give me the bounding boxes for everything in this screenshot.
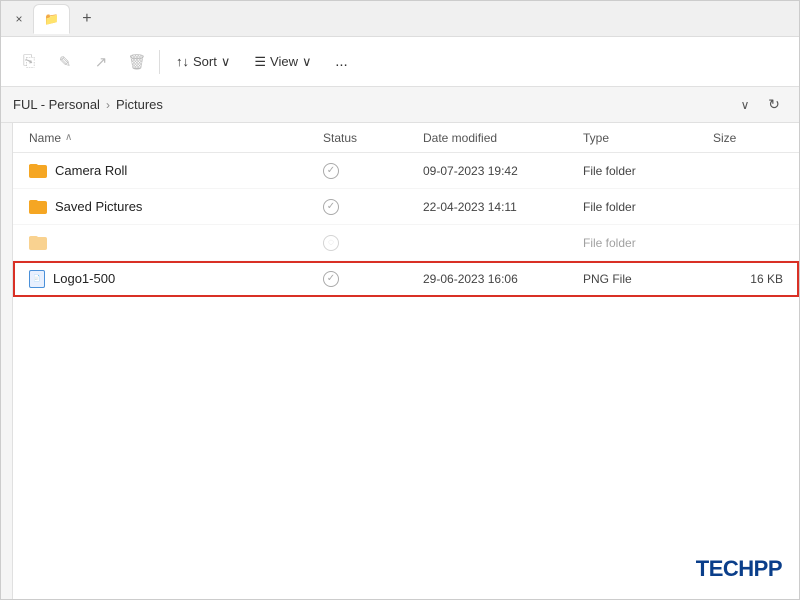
file-name: Saved Pictures xyxy=(55,199,142,214)
watermark-pp: PP xyxy=(754,556,782,581)
type-cell: File folder xyxy=(583,236,713,250)
address-chevron-button[interactable]: ∨ xyxy=(733,93,757,117)
png-file-icon: 📄 xyxy=(29,270,45,288)
delete-button[interactable]: 🗑 xyxy=(121,46,153,78)
file-name-cell: Camera Roll xyxy=(29,163,323,178)
main-content: Name ∧ Status Date modified Type Size xyxy=(1,123,799,599)
rename-button[interactable]: ✎ xyxy=(49,46,81,78)
address-current-folder: Pictures xyxy=(116,97,163,112)
folder-icon xyxy=(29,236,47,250)
tab-folder-icon: 📁 xyxy=(44,12,59,26)
file-explorer-window: × 📁 + ⎘ ✎ ↗ 🗑 ↑↓ Sort ∨ ☰ View ∨ xyxy=(0,0,800,600)
status-check-icon: ◌ xyxy=(323,235,339,251)
view-lines-icon: ☰ xyxy=(254,54,266,70)
sort-button[interactable]: ↑↓ Sort ∨ xyxy=(166,46,240,78)
address-prefix: FUL - Personal xyxy=(13,97,100,112)
sidebar-left xyxy=(1,123,13,599)
sort-arrows-icon: ↑↓ xyxy=(176,54,189,69)
file-row-partial-folder[interactable]: ◌ File folder xyxy=(13,225,799,261)
copy-button[interactable]: ⎘ xyxy=(13,46,45,78)
type-cell: File folder xyxy=(583,164,713,178)
file-name: Camera Roll xyxy=(55,163,127,178)
col-header-date[interactable]: Date modified xyxy=(423,131,583,145)
address-bar: FUL - Personal › Pictures ∨ ↻ xyxy=(1,87,799,123)
refresh-button[interactable]: ↻ xyxy=(761,92,787,118)
column-headers: Name ∧ Status Date modified Type Size xyxy=(13,123,799,153)
col-size-label: Size xyxy=(713,131,736,145)
date-cell: 29-06-2023 16:06 xyxy=(423,272,583,286)
address-path: FUL - Personal › Pictures xyxy=(13,97,729,112)
share-button[interactable]: ↗ xyxy=(85,46,117,78)
view-chevron-icon: ∨ xyxy=(302,54,312,70)
col-name-label: Name xyxy=(29,131,61,145)
date-cell: 09-07-2023 19:42 xyxy=(423,164,583,178)
techpp-watermark: TECHPP xyxy=(696,556,782,582)
file-name-cell: Saved Pictures xyxy=(29,199,323,214)
folder-icon xyxy=(29,164,47,178)
date-cell: 22-04-2023 14:11 xyxy=(423,200,583,214)
col-header-status[interactable]: Status xyxy=(323,131,423,145)
address-separator: › xyxy=(106,98,110,112)
file-name-cell: 📄 Logo1-500 xyxy=(29,270,323,288)
file-row-saved-pictures[interactable]: Saved Pictures ✓ 22-04-2023 14:11 File f… xyxy=(13,189,799,225)
file-row-camera-roll[interactable]: Camera Roll ✓ 09-07-2023 19:42 File fold… xyxy=(13,153,799,189)
sort-chevron-icon: ∨ xyxy=(221,54,231,70)
active-tab[interactable]: 📁 xyxy=(33,4,70,34)
status-check-icon: ✓ xyxy=(323,271,339,287)
status-cell: ✓ xyxy=(323,199,423,215)
watermark-tech: TECH xyxy=(696,556,754,581)
type-cell: PNG File xyxy=(583,272,713,286)
toolbar-separator xyxy=(159,50,160,74)
col-header-type[interactable]: Type xyxy=(583,131,713,145)
tab-close-button[interactable]: × xyxy=(9,9,29,29)
file-row-logo1-500[interactable]: 📄 Logo1-500 ✓ 29-06-2023 16:06 PNG File … xyxy=(13,261,799,297)
view-button[interactable]: ☰ View ∨ xyxy=(244,46,321,78)
file-list-container[interactable]: Name ∧ Status Date modified Type Size xyxy=(13,123,799,599)
status-cell: ◌ xyxy=(323,235,423,251)
delete-icon: 🗑 xyxy=(127,53,146,71)
status-cell: ✓ xyxy=(323,163,423,179)
col-header-name[interactable]: Name ∧ xyxy=(29,131,323,145)
more-icon: ... xyxy=(335,53,348,70)
view-label: View xyxy=(270,54,298,69)
col-date-label: Date modified xyxy=(423,131,497,145)
col-header-size[interactable]: Size xyxy=(713,131,783,145)
tab-bar: × 📁 + xyxy=(1,1,799,37)
sort-label: Sort xyxy=(193,54,217,69)
toolbar: ⎘ ✎ ↗ 🗑 ↑↓ Sort ∨ ☰ View ∨ ... xyxy=(1,37,799,87)
type-cell: File folder xyxy=(583,200,713,214)
file-name: Logo1-500 xyxy=(53,271,115,286)
status-check-icon: ✓ xyxy=(323,163,339,179)
copy-icon: ⎘ xyxy=(23,53,35,70)
status-cell: ✓ xyxy=(323,271,423,287)
col-status-label: Status xyxy=(323,131,357,145)
share-icon: ↗ xyxy=(95,53,108,71)
status-check-icon: ✓ xyxy=(323,199,339,215)
new-tab-button[interactable]: + xyxy=(74,6,100,32)
size-cell: 16 KB xyxy=(713,272,783,286)
col-type-label: Type xyxy=(583,131,609,145)
more-options-button[interactable]: ... xyxy=(325,46,357,78)
rename-icon: ✎ xyxy=(59,53,72,71)
folder-icon xyxy=(29,200,47,214)
file-name-cell xyxy=(29,236,323,250)
col-sort-icon: ∧ xyxy=(65,132,72,143)
